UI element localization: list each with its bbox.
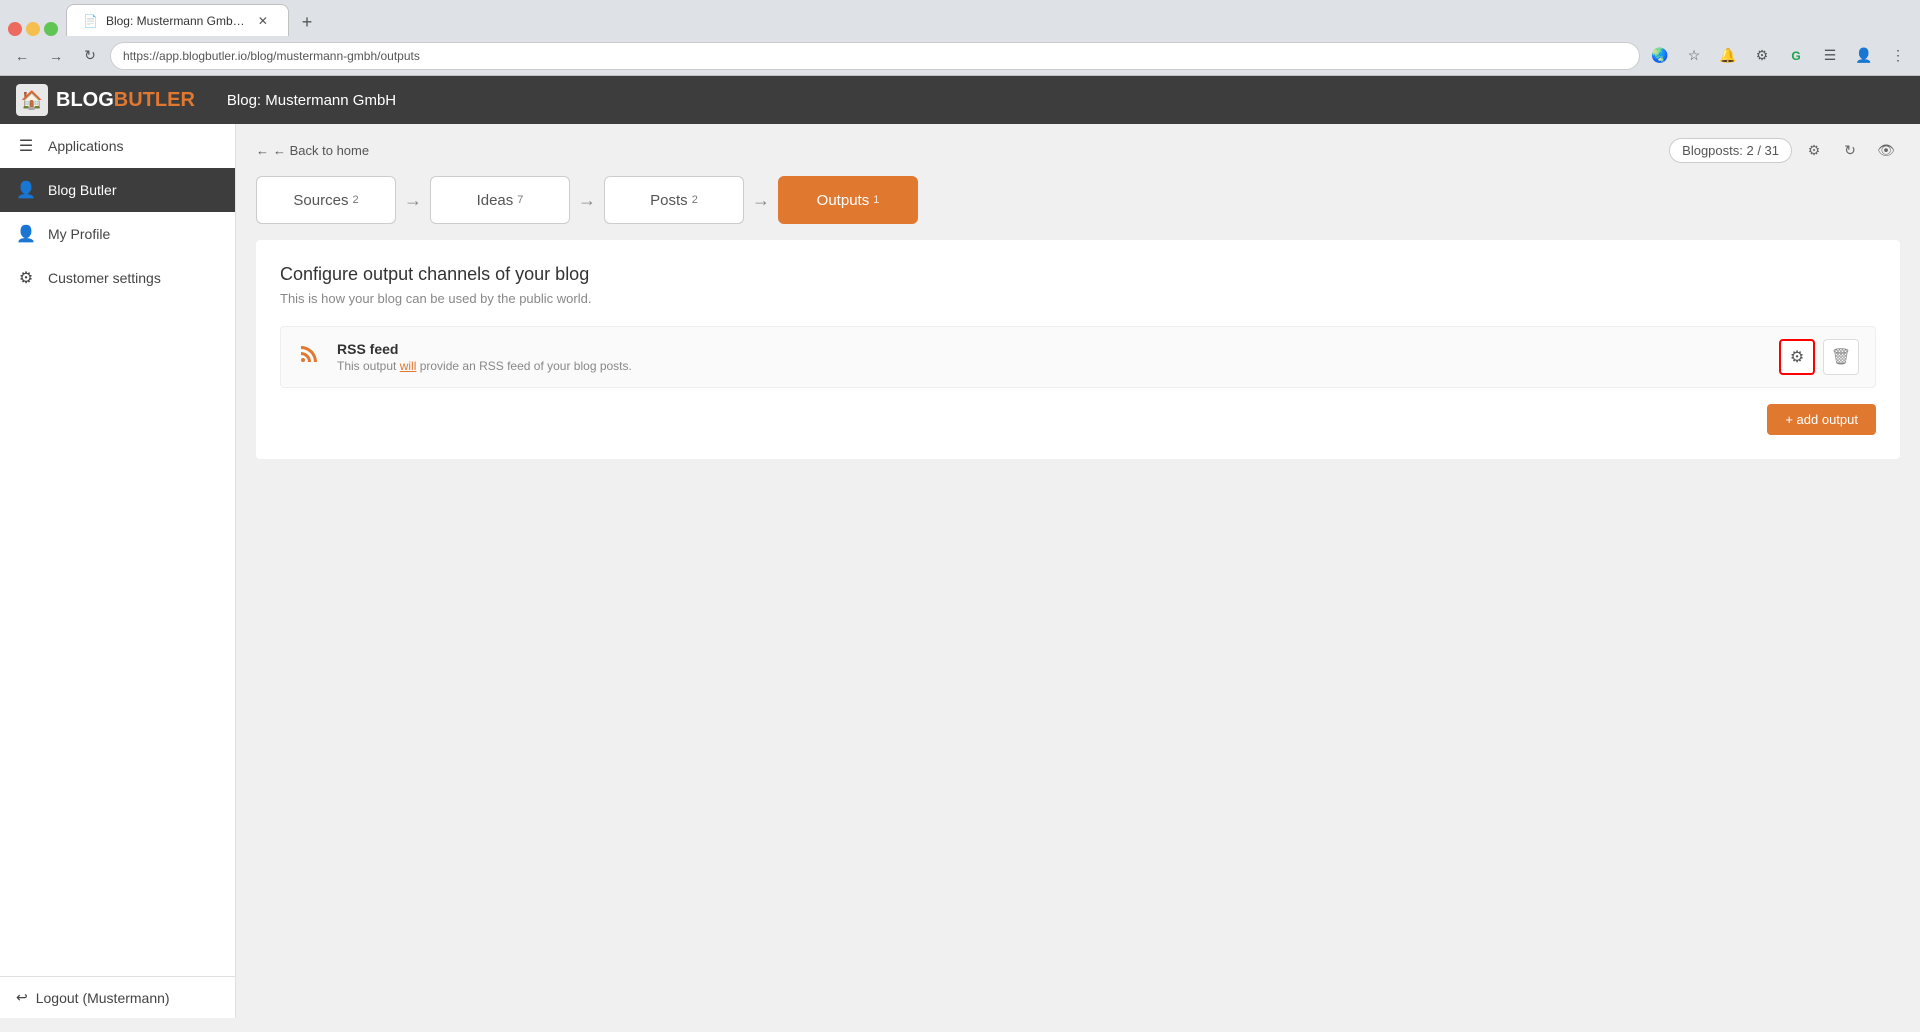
blogposts-badge: Blogposts: 2 / 31 [1669,138,1792,163]
back-arrow-icon: ← [256,143,269,158]
notifications-button[interactable]: 🔔 [1714,42,1742,70]
logout-icon: ↩ [16,989,28,1006]
user-icon: 👤 [16,180,36,200]
feed-link-word: will [400,359,417,373]
feed-desc: This output will provide an RSS feed of … [337,359,1763,373]
logo: 🏠 BLOGBUTLER [16,84,195,116]
extensions-puzzle-button[interactable]: ☰ [1816,42,1844,70]
logo-text: BLOGBUTLER [56,89,195,112]
feed-delete-button[interactable]: 🗑 [1823,339,1859,375]
rss-icon [297,342,321,373]
sidebar-item-customer-settings[interactable]: ⚙ Customer settings [0,256,235,300]
forward-button[interactable]: → [42,42,70,70]
header-actions: Blogposts: 2 / 31 ⚙ ↻ 👁 [1669,136,1900,164]
tab-favicon: 📄 [83,14,98,28]
sidebar-item-my-profile[interactable]: 👤 My Profile [0,212,235,256]
sidebar-item-label-blog-butler: Blog Butler [48,182,116,198]
feed-settings-button[interactable]: ⚙ [1779,339,1815,375]
back-to-home-link[interactable]: ← ← Back to home [256,143,369,158]
profile-button[interactable]: 👤 [1850,42,1878,70]
pipeline-arrow-2: → [578,190,596,211]
reload-button[interactable]: ↻ [76,42,104,70]
eye-icon-button[interactable]: 👁 [1872,136,1900,164]
ideas-badge: 7 [517,194,523,206]
pipeline-step-posts[interactable]: Posts 2 [604,176,744,224]
feed-title: RSS feed [337,341,1763,357]
output-panel: Configure output channels of your blog T… [256,240,1900,459]
posts-badge: 2 [692,194,698,206]
refresh-icon-button[interactable]: ↻ [1836,136,1864,164]
grammarly-button[interactable]: G [1782,42,1810,70]
panel-title: Configure output channels of your blog [280,264,1876,285]
settings-icon-button[interactable]: ⚙ [1800,136,1828,164]
sources-label: Sources [293,192,348,209]
back-button[interactable]: ← [8,42,36,70]
bookmark-button[interactable]: ☆ [1680,42,1708,70]
translate-button[interactable]: 🌏 [1646,42,1674,70]
add-output-container: + add output [280,404,1876,435]
pipeline-step-outputs[interactable]: Outputs 1 [778,176,918,224]
back-link-text: ← Back to home [273,143,369,158]
settings-icon: ⚙ [16,268,36,288]
tab-title: Blog: Mustermann GmbH - blo... [106,14,246,28]
pipeline-step-sources[interactable]: Sources 2 [256,176,396,224]
sidebar-item-blog-butler[interactable]: 👤 Blog Butler [0,168,235,212]
feed-info: RSS feed This output will provide an RSS… [337,341,1763,373]
feed-actions: ⚙ 🗑 [1779,339,1859,375]
pipeline-step-ideas[interactable]: Ideas 7 [430,176,570,224]
outputs-label: Outputs [817,192,870,209]
outputs-badge: 1 [873,194,879,206]
pipeline: Sources 2 → Ideas 7 → Posts 2 → Outputs … [236,176,1920,240]
logout-item[interactable]: ↩ Logout (Mustermann) [0,976,235,1018]
tab-close-button[interactable]: ✕ [254,12,272,30]
content-header: ← ← Back to home Blogposts: 2 / 31 ⚙ ↻ 👁 [236,124,1920,176]
logo-icon: 🏠 [16,84,48,116]
sidebar: ☰ Applications 👤 Blog Butler 👤 My Profil… [0,124,236,1018]
logout-label: Logout (Mustermann) [36,990,170,1006]
sidebar-item-label-customer-settings: Customer settings [48,270,161,286]
page-title: Blog: Mustermann GmbH [227,92,396,109]
main-content: ← ← Back to home Blogposts: 2 / 31 ⚙ ↻ 👁… [236,124,1920,1018]
sources-badge: 2 [352,194,358,206]
ideas-label: Ideas [477,192,514,209]
menu-button[interactable]: ⋮ [1884,42,1912,70]
pipeline-arrow-1: → [404,190,422,211]
sidebar-item-label-my-profile: My Profile [48,226,110,242]
sidebar-item-applications[interactable]: ☰ Applications [0,124,235,168]
extensions-button[interactable]: ⚙ [1748,42,1776,70]
sidebar-item-label-applications: Applications [48,138,124,154]
profile-icon: 👤 [16,224,36,244]
rss-feed-row: RSS feed This output will provide an RSS… [280,326,1876,388]
panel-subtitle: This is how your blog can be used by the… [280,291,1876,306]
address-text: https://app.blogbutler.io/blog/musterman… [123,49,420,63]
menu-icon: ☰ [16,136,36,156]
new-tab-button[interactable]: + [293,8,321,36]
add-output-button[interactable]: + add output [1767,404,1876,435]
active-tab[interactable]: 📄 Blog: Mustermann GmbH - blo... ✕ [66,4,289,36]
address-bar[interactable]: https://app.blogbutler.io/blog/musterman… [110,42,1640,70]
pipeline-arrow-3: → [752,190,770,211]
app-header: 🏠 BLOGBUTLER Blog: Mustermann GmbH [0,76,1920,124]
posts-label: Posts [650,192,688,209]
